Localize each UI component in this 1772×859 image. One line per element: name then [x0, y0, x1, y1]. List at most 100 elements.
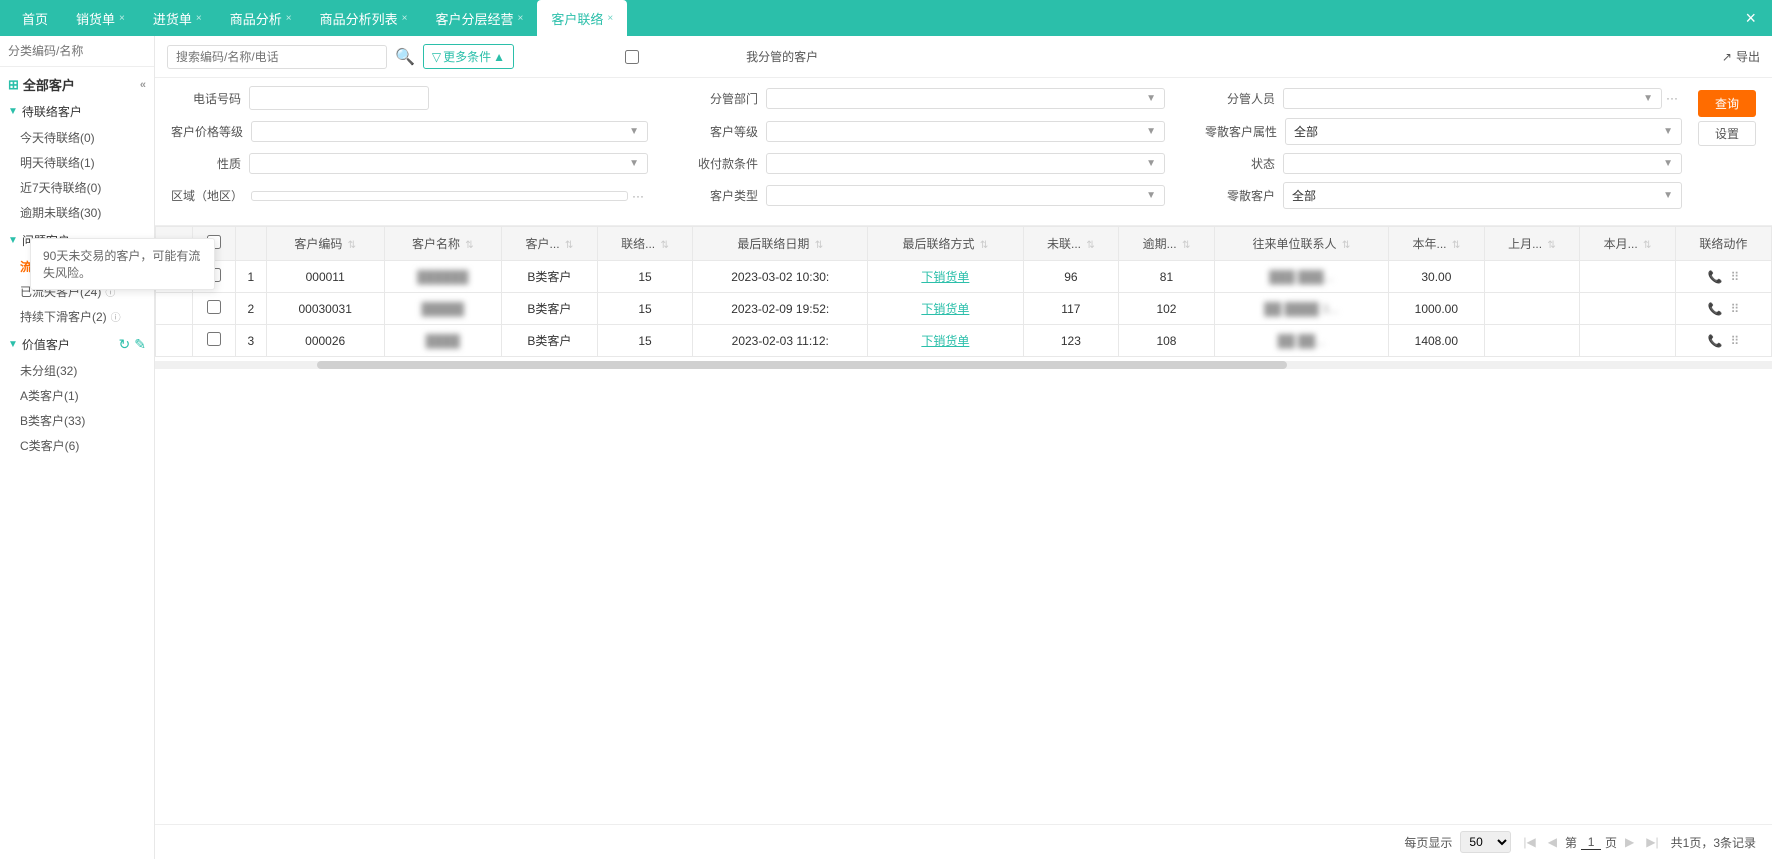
sidebar-search-input[interactable]	[8, 44, 155, 58]
payment-select[interactable]: ▼	[766, 153, 1165, 174]
phone-action-icon[interactable]: 📞	[1708, 270, 1723, 284]
export-icon: ↗	[1722, 50, 1732, 64]
nature-select[interactable]: ▼	[249, 153, 648, 174]
status-select[interactable]: ▼	[1283, 153, 1682, 174]
sidebar-item-tomorrow[interactable]: 明天待联络(1)	[0, 150, 154, 175]
row-uncontacted: 123	[1023, 325, 1119, 357]
group-value-customer: ▼ 价值客户 ↻ ✎ 未分组(32) A类客户(1) B类客户(33) C类客户…	[0, 331, 154, 458]
row-type: B类客户	[502, 293, 598, 325]
nav-analysis[interactable]: 商品分析 ×	[216, 0, 306, 36]
search-input[interactable]	[167, 45, 387, 69]
close-customer-contact-icon[interactable]: ×	[607, 13, 613, 24]
scatter-customer-select[interactable]: 全部 ▼	[1283, 182, 1682, 209]
th-last-date[interactable]: 最后联络日期 ⇅	[693, 227, 868, 261]
row-last-method[interactable]: 下销货单	[868, 261, 1023, 293]
sidebar-item-class-c[interactable]: C类客户(6)	[0, 433, 154, 458]
th-uncontacted[interactable]: 未联... ⇅	[1023, 227, 1119, 261]
sidebar-item-declining[interactable]: 持续下滑客户(2) ⓘ	[0, 304, 154, 329]
nav-analysis-list[interactable]: 商品分析列表 ×	[306, 0, 422, 36]
row-last-method[interactable]: 下销货单	[868, 293, 1023, 325]
export-button[interactable]: ↗ 导出	[1722, 48, 1760, 65]
edit-icon[interactable]: ✎	[134, 336, 146, 353]
filter-payment: 收付款条件 ▼	[688, 153, 1165, 174]
filter-status: 状态 ▼	[1205, 153, 1682, 174]
declining-info-icon: ⓘ	[111, 309, 121, 324]
sidebar-item-today[interactable]: 今天待联络(0)	[0, 125, 154, 150]
more-action-icon[interactable]: ⠿	[1731, 334, 1740, 348]
row-code: 000011	[266, 261, 384, 293]
th-contact[interactable]: 联络... ⇅	[597, 227, 693, 261]
more-conditions-button[interactable]: ▽ 更多条件 ▲	[423, 44, 514, 69]
sidebar-item-class-b[interactable]: B类客户(33)	[0, 408, 154, 433]
my-managed-checkbox[interactable]	[522, 50, 742, 64]
total-info: 共1页，3条记录	[1671, 834, 1756, 851]
customer-level-select[interactable]: ▼	[766, 121, 1165, 142]
settings-button[interactable]: 设置	[1698, 121, 1756, 146]
row-name: █████	[384, 293, 502, 325]
last-page-button[interactable]: ▶|	[1642, 833, 1662, 851]
per-page-select[interactable]: 50 20 100	[1460, 831, 1511, 853]
price-level-select[interactable]: ▼	[251, 121, 648, 142]
close-analysis-icon[interactable]: ×	[286, 13, 292, 24]
group-pending-header[interactable]: ▼ 待联络客户	[0, 98, 154, 125]
row-check[interactable]	[207, 332, 221, 346]
filter-scatter-attr: 零散客户属性 全部 ▼	[1205, 118, 1682, 145]
customer-type-select[interactable]: ▼	[766, 185, 1165, 206]
top-nav: 首页 销货单 × 进货单 × 商品分析 × 商品分析列表 × 客户分层经营 × …	[0, 0, 1772, 36]
nav-home[interactable]: 首页	[8, 0, 62, 36]
close-all-button[interactable]: ×	[1737, 8, 1764, 29]
th-last-method[interactable]: 最后联络方式 ⇅	[868, 227, 1023, 261]
sidebar-item-overdue[interactable]: 逾期未联络(30)	[0, 200, 154, 225]
row-name: ████	[384, 325, 502, 357]
phone-input[interactable]	[249, 86, 429, 110]
row-check[interactable]	[207, 300, 221, 314]
horizontal-scrollbar[interactable]	[155, 361, 1772, 369]
filter-row-4: 区域（地区） ··· 客户类型 ▼	[171, 182, 1682, 209]
th-last-month[interactable]: 上月... ⇅	[1484, 227, 1580, 261]
sidebar-collapse-icon[interactable]: «	[140, 79, 146, 91]
th-type[interactable]: 客户... ⇅	[502, 227, 598, 261]
nav-sales[interactable]: 销货单 ×	[62, 0, 139, 36]
group-value-header[interactable]: ▼ 价值客户 ↻ ✎	[0, 331, 154, 358]
close-analysis-list-icon[interactable]: ×	[402, 13, 408, 24]
row-last-date: 2023-02-03 11:12:	[693, 325, 868, 357]
sidebar-item-7days[interactable]: 近7天待联络(0)	[0, 175, 154, 200]
th-name[interactable]: 客户名称 ⇅	[384, 227, 502, 261]
all-customers-header[interactable]: ⊞ 全部客户 «	[0, 67, 154, 98]
next-page-button[interactable]: ▶	[1621, 833, 1638, 851]
row-type: B类客户	[502, 325, 598, 357]
phone-action-icon[interactable]: 📞	[1708, 334, 1723, 348]
prev-page-button[interactable]: ◀	[1544, 833, 1561, 851]
nav-purchase[interactable]: 进货单 ×	[139, 0, 216, 36]
region-select[interactable]	[251, 191, 628, 201]
more-action-icon[interactable]: ⠿	[1731, 302, 1740, 316]
scatter-attr-select[interactable]: 全部 ▼	[1285, 118, 1682, 145]
th-unit-contact[interactable]: 往来单位联系人 ⇅	[1214, 227, 1388, 261]
row-action: 📞 ⠿	[1675, 293, 1771, 325]
th-this-month[interactable]: 本月... ⇅	[1580, 227, 1676, 261]
phone-action-icon[interactable]: 📞	[1708, 302, 1723, 316]
th-action: 联络动作	[1675, 227, 1771, 261]
sidebar: 🔍 ⊞ 全部客户 « ▼ 待联络客户 今天待联络(0) 明天待联络(1) 近7天…	[0, 36, 155, 859]
th-overdue[interactable]: 逾期... ⇅	[1119, 227, 1215, 261]
close-sales-icon[interactable]: ×	[119, 13, 125, 24]
nav-customer-contact[interactable]: 客户联络 ×	[537, 0, 627, 36]
row-action: 📞 ⠿	[1675, 325, 1771, 357]
refresh-icon[interactable]: ↻	[119, 336, 131, 353]
close-purchase-icon[interactable]: ×	[196, 13, 202, 24]
dept-select[interactable]: ▼	[766, 88, 1165, 109]
query-button[interactable]: 查询	[1698, 90, 1756, 117]
person-dots[interactable]: ···	[1662, 91, 1682, 105]
th-code[interactable]: 客户编码 ⇅	[266, 227, 384, 261]
th-this-year[interactable]: 本年... ⇅	[1389, 227, 1485, 261]
row-last-method[interactable]: 下销货单	[868, 325, 1023, 357]
region-dots[interactable]: ···	[628, 189, 648, 203]
sidebar-item-class-a[interactable]: A类客户(1)	[0, 383, 154, 408]
first-page-button[interactable]: |◀	[1519, 833, 1539, 851]
sidebar-item-unclassified[interactable]: 未分组(32)	[0, 358, 154, 383]
search-button[interactable]: 🔍	[395, 47, 415, 67]
person-select[interactable]: ▼	[1283, 88, 1662, 109]
more-action-icon[interactable]: ⠿	[1731, 270, 1740, 284]
nav-customer-layer[interactable]: 客户分层经营 ×	[421, 0, 537, 36]
close-customer-layer-icon[interactable]: ×	[517, 13, 523, 24]
